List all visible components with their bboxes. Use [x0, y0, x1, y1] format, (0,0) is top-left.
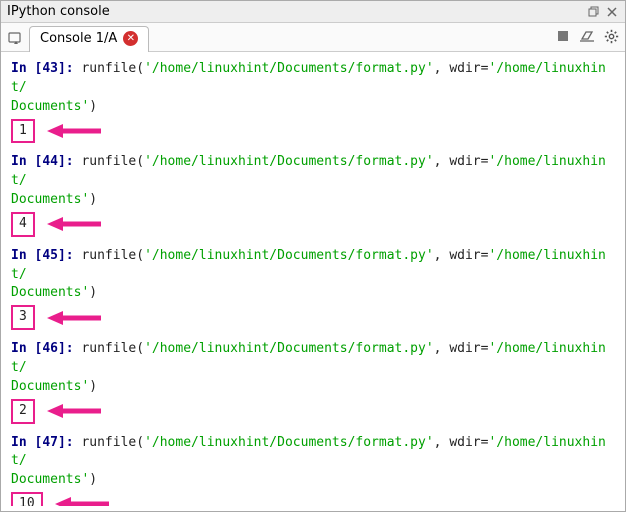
- console-output-area[interactable]: In [43]: runfile('/home/linuxhint/Docume…: [1, 52, 625, 506]
- console-input-line: In [44]: runfile('/home/linuxhint/Docume…: [11, 153, 615, 210]
- output-value: 4: [11, 212, 35, 237]
- window-titlebar: IPython console: [1, 1, 625, 23]
- annotation-arrow-icon: [45, 309, 103, 327]
- console-input-line: In [43]: runfile('/home/linuxhint/Docume…: [11, 60, 615, 117]
- console-output-line: 4: [11, 212, 615, 237]
- console-output-line: 10: [11, 492, 615, 506]
- console-output-line: 3: [11, 305, 615, 330]
- output-value: 10: [11, 492, 43, 506]
- console-output-line: 2: [11, 399, 615, 424]
- annotation-arrow-icon: [45, 402, 103, 420]
- clear-icon[interactable]: [579, 28, 595, 44]
- browse-tabs-icon[interactable]: [7, 29, 25, 47]
- close-tab-icon[interactable]: ✕: [123, 31, 138, 46]
- tab-console-1a[interactable]: Console 1/A ✕: [29, 26, 149, 52]
- output-value: 2: [11, 399, 35, 424]
- output-value: 1: [11, 119, 35, 144]
- console-input-line: In [46]: runfile('/home/linuxhint/Docume…: [11, 340, 615, 397]
- annotation-arrow-icon: [45, 215, 103, 233]
- console-input-line: In [45]: runfile('/home/linuxhint/Docume…: [11, 247, 615, 304]
- console-toolbar: Console 1/A ✕: [1, 23, 625, 52]
- window-controls: [587, 5, 619, 19]
- stop-icon[interactable]: [555, 28, 571, 44]
- window-title: IPython console: [7, 4, 110, 19]
- annotation-arrow-icon: [45, 122, 103, 140]
- output-value: 3: [11, 305, 35, 330]
- options-gear-icon[interactable]: [603, 28, 619, 44]
- annotation-arrow-icon: [53, 495, 111, 506]
- restore-icon[interactable]: [587, 5, 601, 19]
- tab-label: Console 1/A: [40, 31, 117, 46]
- close-window-icon[interactable]: [605, 5, 619, 19]
- console-output-line: 1: [11, 119, 615, 144]
- console-input-line: In [47]: runfile('/home/linuxhint/Docume…: [11, 434, 615, 491]
